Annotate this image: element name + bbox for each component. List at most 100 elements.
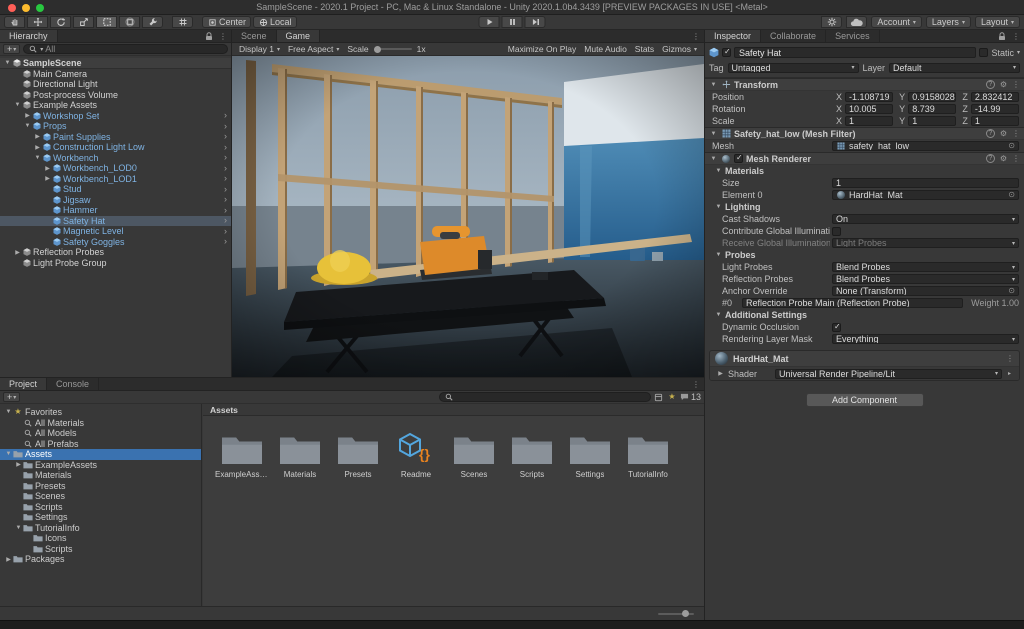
tab-collaborate[interactable]: Collaborate	[761, 30, 826, 42]
create-asset-button[interactable]: +▾	[3, 392, 20, 402]
gameobject-name-field[interactable]: Safety Hat	[734, 47, 976, 58]
open-prefab-arrow[interactable]: ›	[224, 164, 227, 173]
dropdown-reflection-probes[interactable]: Blend Probes▾	[832, 274, 1019, 284]
lock-icon[interactable]	[997, 32, 1007, 41]
hierarchy-item-directional-light[interactable]: Directional Light	[0, 79, 231, 90]
aspect-dropdown[interactable]: Free Aspect▾	[284, 44, 343, 54]
collab-cloud-icon[interactable]	[846, 16, 867, 28]
scale-z-field[interactable]: 1	[971, 116, 1019, 126]
expand-caret[interactable]: ▼	[4, 451, 13, 457]
saved-search-star-icon[interactable]: ★	[667, 393, 677, 401]
component-menu-icon[interactable]: ⋮	[1006, 354, 1014, 363]
asset-scenes[interactable]: Scenes	[445, 432, 503, 490]
expand-caret[interactable]: ▼	[714, 252, 723, 258]
expand-caret[interactable]: ▼	[23, 123, 32, 129]
section-additional-settings[interactable]: ▼Additional Settings	[705, 309, 1024, 321]
expand-caret[interactable]: ▶	[4, 556, 13, 563]
hierarchy-item-example-assets[interactable]: ▼Example Assets	[0, 100, 231, 111]
hierarchy-search-input[interactable]: ▾ All	[23, 44, 228, 54]
expand-caret[interactable]: ▼	[4, 409, 13, 415]
panel-menu-icon[interactable]: ⋮	[1012, 32, 1020, 41]
project-tree-item-favorites[interactable]: ▼★Favorites	[0, 407, 201, 418]
layout-dropdown[interactable]: Layout▾	[975, 16, 1020, 28]
dropdown-light-probes[interactable]: Blend Probes▾	[832, 262, 1019, 272]
asset-readme[interactable]: {}Readme	[387, 432, 445, 490]
asset-scripts[interactable]: Scripts	[503, 432, 561, 490]
hierarchy-item-main-camera[interactable]: Main Camera	[0, 69, 231, 80]
icon-size-slider[interactable]	[658, 613, 694, 615]
rotation-x-field[interactable]: 10.005	[845, 104, 893, 114]
dropdown-rendering-layer-mask[interactable]: Everything▾	[832, 334, 1019, 344]
open-prefab-arrow[interactable]: ›	[224, 216, 227, 225]
asset-presets[interactable]: Presets	[329, 432, 387, 490]
hierarchy-item-stud[interactable]: Stud›	[0, 184, 231, 195]
zoom-window-button[interactable]	[36, 4, 44, 12]
scale-slider[interactable]	[374, 48, 412, 50]
mute-audio-button[interactable]: Mute Audio	[580, 44, 631, 54]
expand-caret[interactable]: ▼	[709, 82, 718, 88]
game-viewport[interactable]	[232, 56, 704, 377]
expand-caret[interactable]: ▶	[43, 175, 52, 182]
rect-tool-button[interactable]	[96, 16, 117, 28]
expand-caret[interactable]: ▼	[714, 312, 723, 318]
tab-game[interactable]: Game	[277, 30, 321, 42]
expand-caret[interactable]: ▼	[13, 102, 22, 108]
project-tree-item-packages[interactable]: ▶Packages	[0, 554, 201, 565]
open-prefab-arrow[interactable]: ›	[224, 111, 227, 120]
shader-expand-icon[interactable]: ▸	[1005, 370, 1014, 377]
panel-menu-icon[interactable]: ⋮	[692, 32, 700, 41]
position-x-field[interactable]: -1.108719	[845, 92, 893, 102]
open-prefab-arrow[interactable]: ›	[224, 227, 227, 236]
scale-tool-button[interactable]	[73, 16, 94, 28]
component-menu-icon[interactable]: ⋮	[1012, 154, 1020, 163]
mesh-filter-header[interactable]: ▼ Safety_hat_low (Mesh Filter) ?⚙⋮	[705, 127, 1024, 140]
tag-dropdown[interactable]: Untagged▾	[728, 63, 859, 73]
project-tree-item-scenes[interactable]: Scenes	[0, 491, 201, 502]
hierarchy-item-props[interactable]: ▼Props›	[0, 121, 231, 132]
expand-caret[interactable]: ▶	[43, 165, 52, 172]
transform-tool-button[interactable]	[119, 16, 140, 28]
open-prefab-arrow[interactable]: ›	[224, 132, 227, 141]
object-picker-icon[interactable]: ⊙	[1008, 142, 1015, 150]
scale-x-field[interactable]: 1	[845, 116, 893, 126]
hierarchy-item-samplescene[interactable]: ▼SampleScene	[0, 58, 231, 69]
pivot-mode-button[interactable]: Center	[202, 16, 251, 28]
add-component-button[interactable]: Add Component	[806, 393, 924, 407]
project-tree-item-settings[interactable]: Settings	[0, 512, 201, 523]
hierarchy-item-safety-goggles[interactable]: Safety Goggles›	[0, 237, 231, 248]
help-icon[interactable]: ?	[986, 129, 995, 138]
hierarchy-item-hammer[interactable]: Hammer›	[0, 205, 231, 216]
tab-hierarchy[interactable]: Hierarchy	[0, 30, 58, 42]
rotation-y-field[interactable]: 8.739	[908, 104, 956, 114]
scale-y-field[interactable]: 1	[908, 116, 956, 126]
tab-console[interactable]: Console	[47, 378, 99, 390]
asset-settings[interactable]: Settings	[561, 432, 619, 490]
tab-inspector[interactable]: Inspector	[705, 30, 761, 42]
preset-icon[interactable]: ⚙	[1000, 154, 1007, 163]
expand-caret[interactable]: ▶	[23, 112, 32, 119]
expand-caret[interactable]: ▼	[33, 155, 42, 161]
component-menu-icon[interactable]: ⋮	[1012, 80, 1020, 89]
hierarchy-item-paint-supplies[interactable]: ▶Paint Supplies›	[0, 132, 231, 143]
object-field-anchor-override[interactable]: None (Transform)⊙	[832, 286, 1019, 296]
rotation-z-field[interactable]: -14.99	[971, 104, 1019, 114]
project-tree-item-tutorialinfo[interactable]: ▼TutorialInfo	[0, 523, 201, 534]
object-picker-icon[interactable]: ⊙	[1008, 287, 1015, 295]
hierarchy-item-workbench-lod0[interactable]: ▶Workbench_LOD0›	[0, 163, 231, 174]
hierarchy-item-construction-light-low[interactable]: ▶Construction Light Low›	[0, 142, 231, 153]
hierarchy-item-jigsaw[interactable]: Jigsaw›	[0, 195, 231, 206]
mesh-renderer-header[interactable]: ▼ Mesh Renderer ?⚙⋮	[705, 152, 1024, 165]
static-checkbox[interactable]	[979, 48, 988, 57]
checkbox-dynamic-occlusion[interactable]	[832, 323, 841, 332]
expand-caret[interactable]: ▶	[716, 370, 725, 377]
search-by-type-icon[interactable]	[654, 393, 664, 402]
project-tree-item-icons[interactable]: Icons	[0, 533, 201, 544]
preset-icon[interactable]: ⚙	[1000, 129, 1007, 138]
component-enabled-checkbox[interactable]	[734, 154, 743, 163]
open-prefab-arrow[interactable]: ›	[224, 195, 227, 204]
panel-menu-icon[interactable]: ⋮	[692, 380, 700, 389]
grid-snap-button[interactable]	[172, 16, 193, 28]
preset-icon[interactable]: ⚙	[1000, 80, 1007, 89]
project-tree-item-exampleassets[interactable]: ▶ExampleAssets	[0, 460, 201, 471]
pivot-rotation-button[interactable]: Local	[253, 16, 297, 28]
